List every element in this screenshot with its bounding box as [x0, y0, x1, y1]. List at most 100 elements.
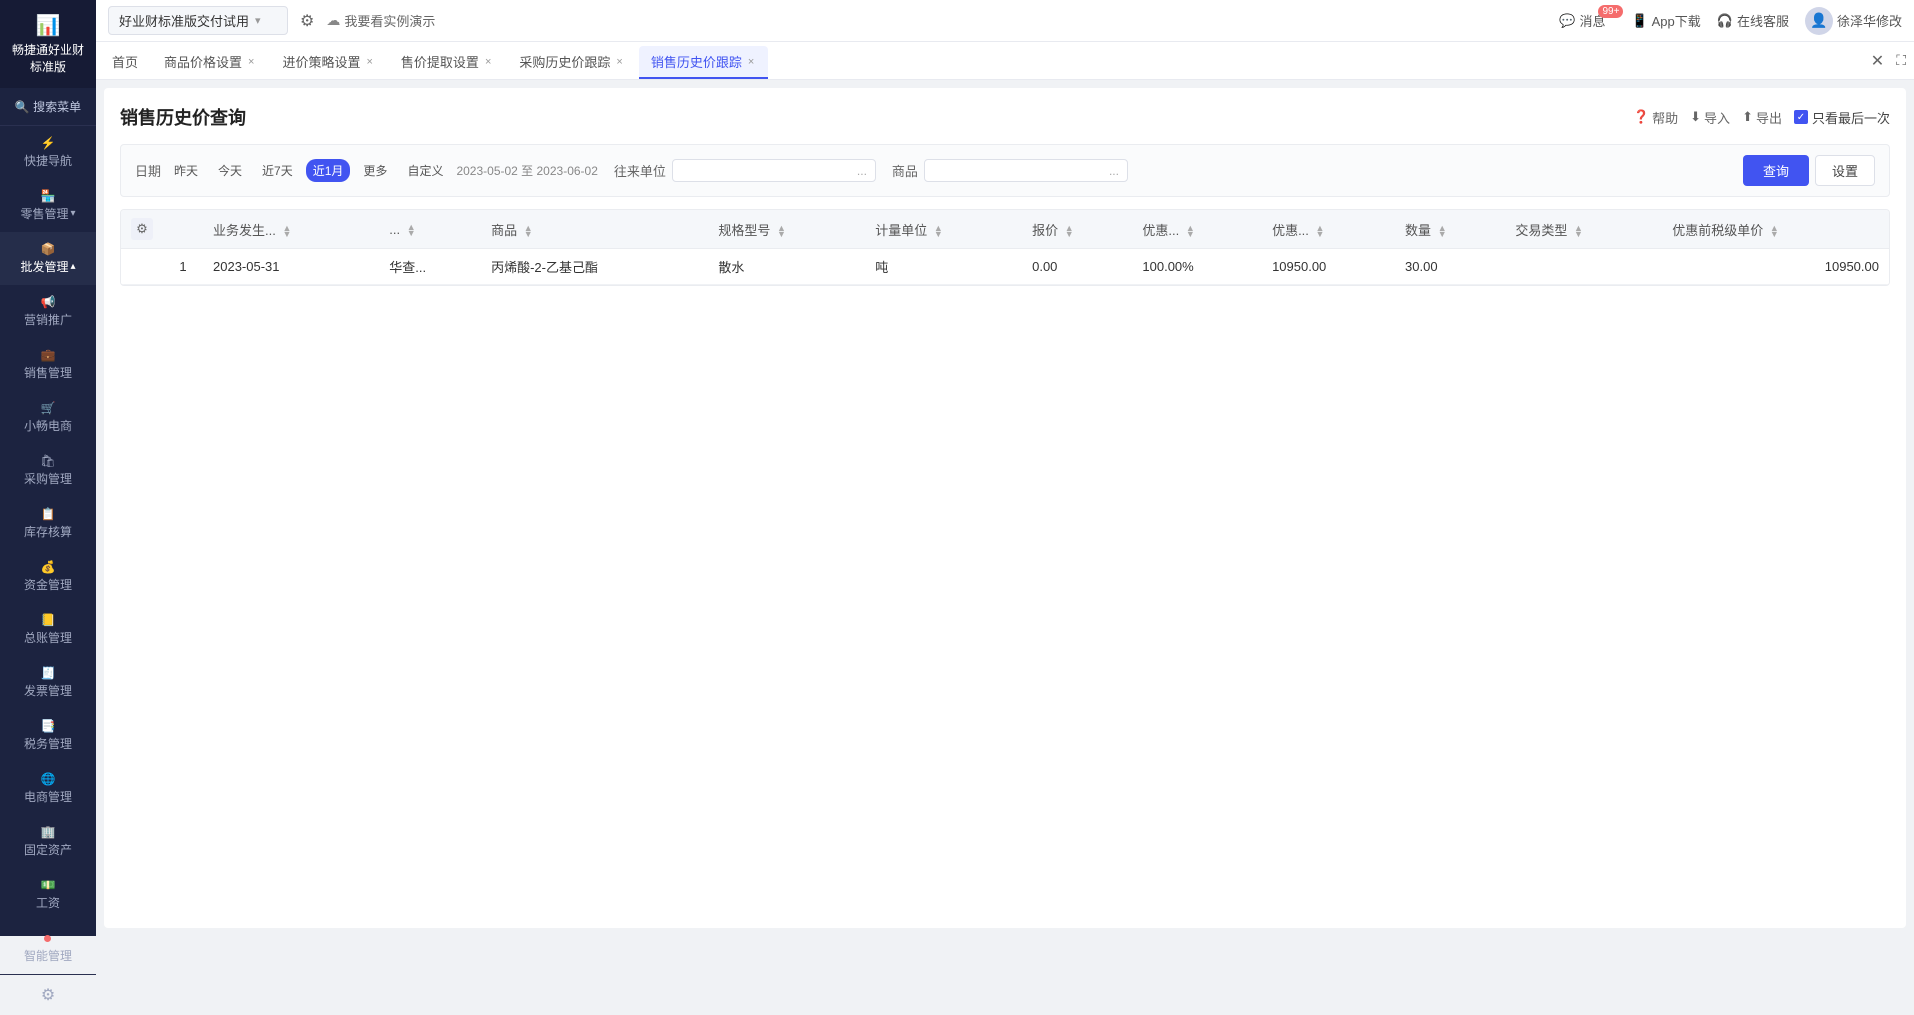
column-settings-icon[interactable]: ⚙ [131, 218, 153, 240]
table-row[interactable]: 1 2023-05-31 华查... 丙烯酸-2-乙基己酯 散水 吨 0.00 … [121, 249, 1889, 285]
col-header-trade-type[interactable]: 交易类型 ▲▼ [1505, 210, 1662, 249]
sidebar-item-retail[interactable]: 🏪 零售管理 ▾ [0, 179, 96, 232]
search-label: 搜索菜单 [33, 100, 81, 114]
only-last-checkbox[interactable]: ✓ [1794, 110, 1808, 124]
sort-pretax-price-icon[interactable]: ▲▼ [1770, 225, 1779, 238]
col-header-settings[interactable]: ⚙ [121, 210, 163, 249]
col-header-spec[interactable]: 规格型号 ▲▼ [708, 210, 865, 249]
nav-label: 快捷导航 [24, 152, 72, 169]
col-header-biz-date[interactable]: 业务发生... ▲▼ [203, 210, 379, 249]
tab-purchase-strategy[interactable]: 进价策略设置 × [270, 46, 386, 79]
sidebar-item-ecommerce[interactable]: 🌐 电商管理 [0, 762, 96, 815]
sidebar-item-tax[interactable]: 📑 税务管理 [0, 709, 96, 762]
inventory-icon: 📋 [41, 507, 56, 521]
sort-extra-icon[interactable]: ▲▼ [407, 224, 416, 237]
sidebar-item-assets[interactable]: 🏢 固定资产 [0, 815, 96, 868]
date-btn-custom[interactable]: 自定义 [400, 159, 450, 182]
table-header-row: ⚙ 业务发生... ▲▼ ... ▲▼ 商品 ▲▼ [121, 210, 1889, 249]
module-selector[interactable]: 好业财标准版交付试用 ▾ [108, 6, 288, 35]
query-button[interactable]: 查询 [1743, 155, 1809, 186]
message-badge: 99+ [1598, 5, 1623, 18]
sort-unit-icon[interactable]: ▲▼ [934, 225, 943, 238]
sidebar-item-inventory[interactable]: 📋 库存核算 [0, 497, 96, 550]
sidebar-item-invoice[interactable]: 🧾 发票管理 [0, 656, 96, 709]
col-header-discount-pct[interactable]: 优惠... ▲▼ [1132, 210, 1262, 249]
date-btn-1month[interactable]: 近1月 [306, 159, 351, 182]
sort-quote-icon[interactable]: ▲▼ [1065, 225, 1074, 238]
sidebar-settings[interactable]: ⚙ [0, 974, 96, 1015]
sidebar-item-marketing[interactable]: 📢 营销推广 [0, 285, 96, 338]
source-unit-more-icon[interactable]: ... [857, 164, 867, 178]
sort-trade-type-icon[interactable]: ▲▼ [1574, 225, 1583, 238]
tabbar-expand-icon[interactable]: ⛶ [1892, 50, 1910, 71]
product-input[interactable] [933, 163, 1109, 178]
col-header-discount-amt[interactable]: 优惠... ▲▼ [1262, 210, 1395, 249]
col-header-pretax-price[interactable]: 优惠前税级单价 ▲▼ [1662, 210, 1889, 249]
date-btn-7days[interactable]: 近7天 [255, 159, 300, 182]
sort-spec-icon[interactable]: ▲▼ [777, 225, 786, 238]
import-link[interactable]: ⬇ 导入 [1690, 108, 1730, 127]
tab-sales-history-close[interactable]: × [746, 56, 756, 68]
date-btn-more[interactable]: 更多 [356, 159, 394, 182]
row-trade-type-cell [1505, 249, 1662, 285]
app-download-button[interactable]: 📱 App下载 [1631, 11, 1700, 30]
col-header-quote[interactable]: 报价 ▲▼ [1022, 210, 1132, 249]
sort-biz-date-icon[interactable]: ▲▼ [282, 225, 291, 238]
sidebar-item-purchase[interactable]: 🛍 采购管理 [0, 444, 96, 497]
col-header-unit[interactable]: 计量单位 ▲▼ [865, 210, 1022, 249]
sidebar-item-wholesale[interactable]: 📦 批发管理 ▴ [0, 232, 96, 285]
sidebar-search[interactable]: 🔍 搜索菜单 [0, 88, 96, 126]
settings-button[interactable]: 设置 [1815, 155, 1875, 186]
sort-discount-pct-icon[interactable]: ▲▼ [1186, 225, 1195, 238]
tab-purchase-history-close[interactable]: × [614, 56, 624, 68]
filter-bar: 日期 昨天 今天 近7天 近1月 更多 自定义 2023-05-02 至 202… [120, 144, 1890, 197]
col-header-product[interactable]: 商品 ▲▼ [481, 210, 708, 249]
wholesale-label: 批发管理 [20, 258, 68, 275]
sidebar-item-nav[interactable]: ⚡ 快捷导航 [0, 126, 96, 179]
help-link[interactable]: ❓ 帮助 [1633, 108, 1678, 127]
col-header-quantity[interactable]: 数量 ▲▼ [1395, 210, 1505, 249]
topbar-settings-icon[interactable]: ⚙ [300, 11, 314, 31]
sidebar-item-ledger[interactable]: 📒 总账管理 [0, 603, 96, 656]
tab-price-settings[interactable]: 商品价格设置 × [152, 46, 268, 79]
sidebar-item-ecommerce-small[interactable]: 🛒 小畅电商 [0, 391, 96, 444]
tab-price-extract-close[interactable]: × [483, 56, 493, 68]
avatar-icon: 👤 [1810, 12, 1827, 29]
tab-purchase-history[interactable]: 采购历史价跟踪 × [507, 46, 636, 79]
tabbar-close-icon[interactable]: ✕ [1865, 49, 1890, 73]
col-header-extra[interactable]: ... ▲▼ [379, 210, 481, 249]
sidebar-item-smart[interactable]: 智能管理 [0, 921, 96, 974]
ecommerce-icon: 🌐 [41, 772, 56, 786]
tabbar: 首页 商品价格设置 × 进价策略设置 × 售价提取设置 × 采购历史价跟踪 × … [96, 42, 1914, 80]
salary-label: 工资 [36, 894, 60, 911]
content-area: 销售历史价查询 ❓ 帮助 ⬇ 导入 ⬆ 导出 ✓ 只看最后一次 [104, 88, 1906, 928]
tab-purchase-strategy-close[interactable]: × [364, 56, 374, 68]
export-link[interactable]: ⬆ 导出 [1742, 108, 1782, 127]
demo-button[interactable]: ☁ 我要看实例演示 [326, 11, 435, 30]
sort-quantity-icon[interactable]: ▲▼ [1438, 225, 1447, 238]
sort-product-icon[interactable]: ▲▼ [524, 225, 533, 238]
ecommerce-small-icon: 🛒 [41, 401, 56, 415]
row-biz-date-cell: 2023-05-31 [203, 249, 379, 285]
retail-icon: 🏪 [41, 189, 56, 203]
tab-price-settings-close[interactable]: × [246, 56, 256, 68]
user-menu[interactable]: 👤 徐泽华修改 [1805, 7, 1902, 35]
sidebar-logo[interactable]: 📊 畅捷通好业财 标准版 [0, 0, 96, 88]
col-product-label: 商品 [491, 223, 517, 238]
source-unit-input[interactable] [681, 163, 857, 178]
message-button[interactable]: 💬 消息 99+ [1559, 11, 1615, 30]
product-more-icon[interactable]: ... [1109, 164, 1119, 178]
sidebar-item-salary[interactable]: 💵 工资 [0, 868, 96, 921]
data-table-wrapper: ⚙ 业务发生... ▲▼ ... ▲▼ 商品 ▲▼ [120, 209, 1890, 286]
sidebar-item-finance[interactable]: 💰 资金管理 [0, 550, 96, 603]
service-button[interactable]: 🎧 在线客服 [1717, 11, 1789, 30]
sidebar-item-sales[interactable]: 💼 销售管理 [0, 338, 96, 391]
date-btn-yesterday[interactable]: 昨天 [167, 159, 205, 182]
tab-home[interactable]: 首页 [100, 46, 150, 79]
tab-sales-history[interactable]: 销售历史价跟踪 × [639, 46, 768, 79]
sort-discount-amt-icon[interactable]: ▲▼ [1316, 225, 1325, 238]
sales-label: 销售管理 [24, 364, 72, 381]
tab-price-extract[interactable]: 售价提取设置 × [389, 46, 505, 79]
only-last-checkbox-wrapper[interactable]: ✓ 只看最后一次 [1794, 108, 1890, 127]
date-btn-today[interactable]: 今天 [211, 159, 249, 182]
